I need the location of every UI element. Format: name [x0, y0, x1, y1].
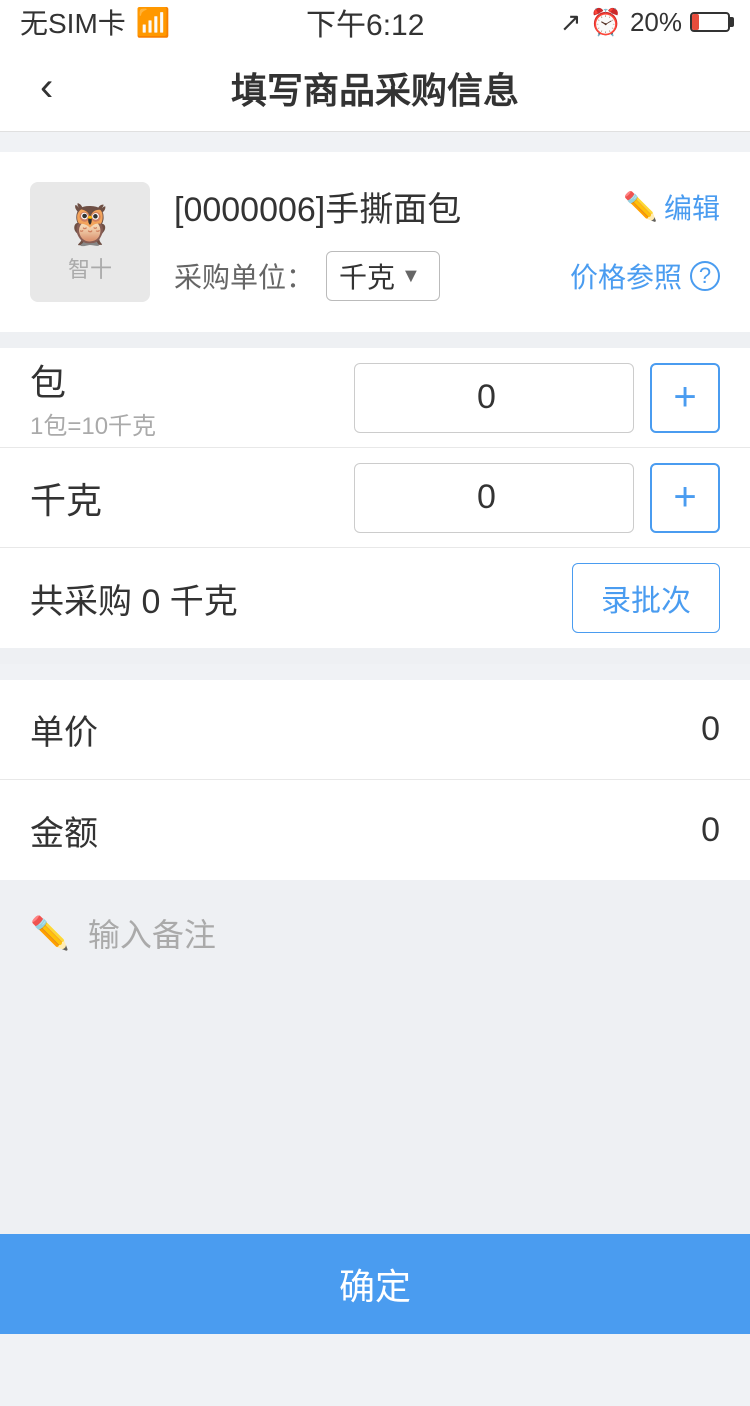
unit-row: 采购单位： 千克 ▼ 价格参照 ? — [174, 251, 720, 301]
nav-bar: ‹ 填写商品采购信息 — [0, 44, 750, 132]
page-title: 填写商品采购信息 — [231, 62, 519, 114]
carrier-label: 无SIM卡 — [20, 2, 126, 42]
note-section[interactable]: ✏️ 输入备注 — [0, 880, 750, 986]
amount-row: 金额 0 — [0, 780, 750, 880]
chevron-down-icon: ▼ — [401, 265, 421, 288]
battery-icon — [690, 12, 730, 32]
bag-input-section: 包 1包=10千克 + 千克 + — [0, 348, 750, 548]
back-button[interactable]: ‹ — [30, 55, 63, 120]
section-divider-2 — [0, 648, 750, 664]
edit-label: 编辑 — [664, 187, 720, 227]
product-name-row: [0000006]手撕面包 ✏️ 编辑 — [174, 182, 720, 231]
edit-icon: ✏️ — [623, 190, 658, 223]
amount-value: 0 — [701, 811, 720, 850]
bag-input-row: 包 1包=10千克 + — [0, 348, 750, 448]
pencil-icon: ✏️ — [30, 914, 70, 952]
bag-label-group: 包 1包=10千克 — [30, 354, 156, 441]
bag-main-label: 包 — [30, 354, 156, 406]
amount-label: 金额 — [30, 806, 98, 855]
product-info: [0000006]手撕面包 ✏️ 编辑 采购单位： 千克 ▼ 价格参照 ? — [174, 182, 720, 301]
total-row: 共采购 0 千克 录批次 — [0, 548, 750, 648]
kg-input-row: 千克 + — [0, 448, 750, 548]
info-icon: ? — [690, 261, 720, 291]
price-ref-label: 价格参照 — [570, 256, 682, 296]
wifi-icon: 📶 — [136, 6, 171, 39]
bag-quantity-input[interactable] — [354, 363, 634, 433]
unit-price-value: 0 — [701, 710, 720, 749]
battery-percent: 20% — [630, 7, 682, 38]
confirm-label: 确定 — [339, 1258, 411, 1310]
unit-price-row: 单价 0 — [0, 680, 750, 780]
unit-label: 采购单位： — [174, 256, 314, 296]
product-section: 🦉 智十 [0000006]手撕面包 ✏️ 编辑 采购单位： 千克 ▼ 价格参照… — [0, 152, 750, 332]
location-icon: ↗ — [560, 7, 582, 38]
price-section: 单价 0 金额 0 — [0, 680, 750, 880]
bag-input-right: + — [156, 363, 720, 433]
product-logo-icon: 🦉 — [65, 201, 115, 248]
bag-plus-button[interactable]: + — [650, 363, 720, 433]
status-right: ↗ ⏰ 20% — [560, 7, 730, 38]
kg-input-right: + — [150, 463, 720, 533]
total-label: 共采购 0 千克 — [30, 574, 238, 623]
unit-price-label: 单价 — [30, 705, 98, 754]
batch-button[interactable]: 录批次 — [572, 563, 720, 633]
product-logo-text: 智十 — [68, 252, 112, 284]
section-divider-1 — [0, 332, 750, 348]
kg-main-label: 千克 — [30, 472, 150, 524]
product-name: [0000006]手撕面包 — [174, 182, 461, 231]
kg-plus-button[interactable]: + — [650, 463, 720, 533]
alarm-icon: ⏰ — [590, 7, 622, 38]
price-ref-button[interactable]: 价格参照 ? — [570, 256, 720, 296]
bag-sub-label: 1包=10千克 — [30, 406, 156, 441]
confirm-button[interactable]: 确定 — [0, 1234, 750, 1334]
time-label: 下午6:12 — [306, 0, 424, 44]
product-image: 🦉 智十 — [30, 182, 150, 302]
note-placeholder: 输入备注 — [88, 910, 216, 956]
edit-button[interactable]: ✏️ 编辑 — [623, 187, 720, 227]
status-bar: 无SIM卡 📶 下午6:12 ↗ ⏰ 20% — [0, 0, 750, 44]
kg-label-group: 千克 — [30, 472, 150, 524]
kg-quantity-input[interactable] — [354, 463, 634, 533]
unit-select[interactable]: 千克 ▼ — [326, 251, 440, 301]
unit-value: 千克 — [339, 256, 395, 296]
status-left: 无SIM卡 📶 — [20, 2, 171, 42]
